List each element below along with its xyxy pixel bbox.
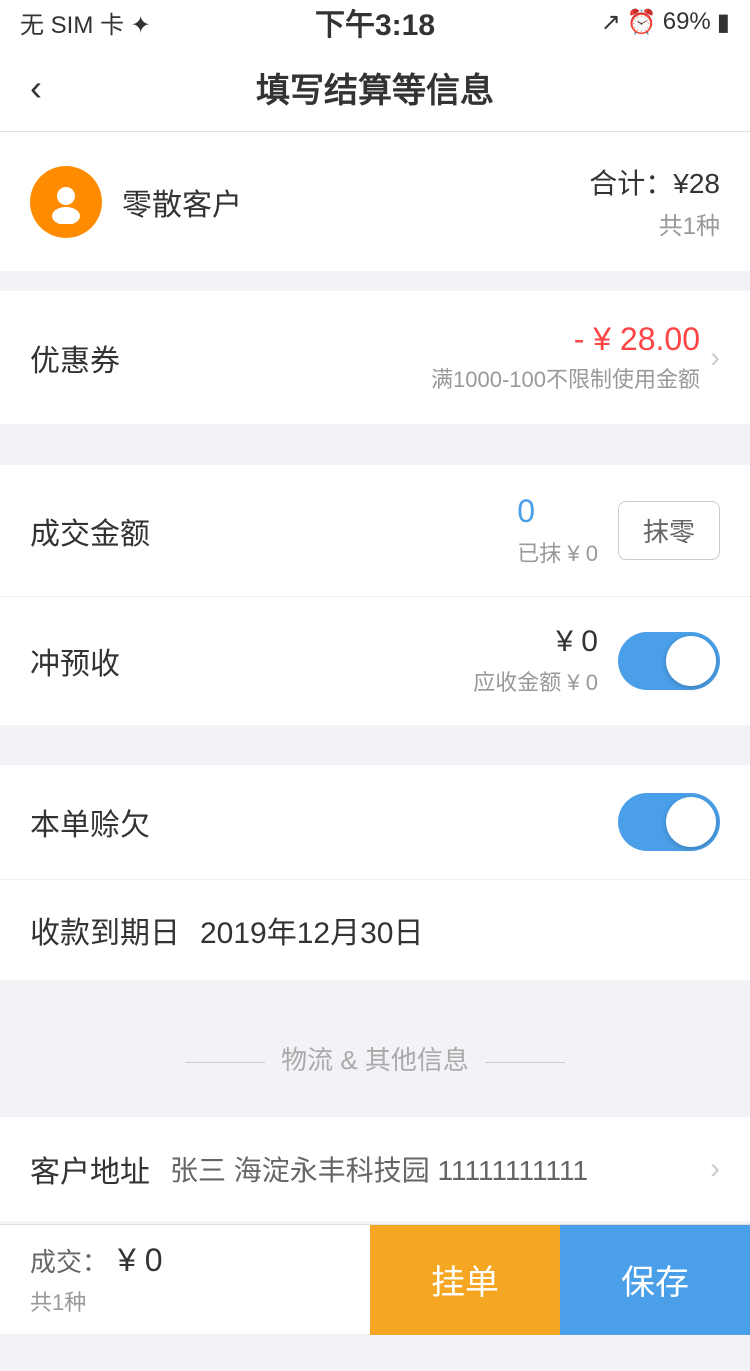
address-chevron-icon: › [710, 1152, 720, 1186]
chong-right: ¥ 0 应收金额 ¥ 0 [473, 625, 720, 697]
deal-section: 成交金额 0 已抹 ¥ 0 抹零 冲预收 ¥ 0 应收金额 ¥ 0 [0, 465, 750, 725]
footer-transaction: 成交： ¥ 0 [30, 1242, 340, 1279]
toggle-knob [666, 636, 716, 686]
separator-3 [0, 1000, 750, 1020]
alarm-icon: ⏰ [627, 8, 657, 37]
chong-yushou-label: 冲预收 [30, 639, 120, 683]
chong-amount: ¥ 0 [473, 625, 598, 659]
status-left: 无 SIM 卡 ✦ [20, 5, 151, 40]
deal-amount-value-container: 0 已抹 ¥ 0 [517, 493, 598, 568]
nav-bar: ‹ 填写结算等信息 [0, 44, 750, 132]
coupon-chevron-icon: › [710, 341, 720, 375]
deal-amount-value: 0 [517, 493, 598, 530]
coupon-amount: - ¥ 28.00 [431, 321, 700, 358]
chong-toggle[interactable] [618, 632, 720, 690]
due-date-value: 2019年12月30日 [200, 908, 423, 952]
coupon-value: - ¥ 28.00 满1000-100不限制使用金额 [431, 321, 700, 394]
save-button[interactable]: 保存 [560, 1225, 750, 1335]
deal-amount-label: 成交金额 [30, 509, 150, 553]
customer-count: 共1种 [589, 206, 720, 241]
footer-transaction-value: ¥ 0 [118, 1242, 162, 1279]
customer-info-left: 零散客户 [30, 166, 242, 238]
deal-amount-row: 成交金额 0 已抹 ¥ 0 抹零 [0, 465, 750, 597]
coupon-right: - ¥ 28.00 满1000-100不限制使用金额 › [431, 321, 720, 394]
hold-button[interactable]: 挂单 [370, 1225, 560, 1335]
credit-section: 本单赊欠 收款到期日 2019年12月30日 [0, 765, 750, 980]
chong-amount-container: ¥ 0 应收金额 ¥ 0 [473, 625, 598, 697]
footer-transaction-label: 成交： [30, 1242, 108, 1279]
bottom-footer: 成交： ¥ 0 共1种 挂单 保存 [0, 1224, 750, 1334]
footer-left: 成交： ¥ 0 共1种 [0, 1242, 370, 1317]
coupon-desc: 满1000-100不限制使用金额 [431, 362, 700, 394]
deal-amount-right: 0 已抹 ¥ 0 抹零 [517, 493, 720, 568]
sim-status: 无 SIM 卡 ✦ [20, 5, 151, 40]
logistics-label: 物流 & 其他信息 [169, 1040, 581, 1077]
deal-amount-sub: 已抹 ¥ 0 [517, 536, 598, 568]
location-icon: ↗ [601, 8, 621, 37]
customer-total: 合计：¥28 [589, 162, 720, 202]
battery-level: 69% [663, 8, 711, 36]
credit-toggle-knob [666, 797, 716, 847]
footer-count: 共1种 [30, 1285, 340, 1317]
back-button[interactable]: ‹ [30, 67, 42, 109]
battery-icon: ▮ [717, 8, 730, 37]
round-zero-button[interactable]: 抹零 [618, 501, 720, 560]
user-icon [44, 180, 88, 224]
status-right: ↗ ⏰ 69% ▮ [601, 8, 730, 37]
customer-total-info: 合计：¥28 共1种 [589, 162, 720, 241]
coupon-section: 优惠券 - ¥ 28.00 满1000-100不限制使用金额 › [0, 291, 750, 425]
chong-sub: 应收金额 ¥ 0 [473, 665, 598, 697]
due-date-label: 收款到期日 [30, 908, 180, 952]
credit-label: 本单赊欠 [30, 800, 150, 844]
avatar [30, 166, 102, 238]
logistics-header: 物流 & 其他信息 [0, 1020, 750, 1097]
credit-row: 本单赊欠 [0, 765, 750, 880]
separator-1 [0, 445, 750, 465]
coupon-row[interactable]: 优惠券 - ¥ 28.00 满1000-100不限制使用金额 › [0, 291, 750, 425]
page-title: 填写结算等信息 [256, 63, 494, 112]
status-bar: 无 SIM 卡 ✦ 下午3:18 ↗ ⏰ 69% ▮ [0, 0, 750, 44]
separator-2 [0, 745, 750, 765]
address-label: 客户地址 [30, 1147, 150, 1191]
address-section: 客户地址 张三 海淀永丰科技园 11111111111 › [0, 1117, 750, 1221]
address-value: 张三 海淀永丰科技园 11111111111 [170, 1149, 710, 1189]
due-date-row: 收款到期日 2019年12月30日 [0, 880, 750, 980]
chong-yushou-row: 冲预收 ¥ 0 应收金额 ¥ 0 [0, 597, 750, 725]
customer-row: 零散客户 合计：¥28 共1种 [0, 132, 750, 271]
address-row[interactable]: 客户地址 张三 海淀永丰科技园 11111111111 › [0, 1117, 750, 1221]
coupon-label: 优惠券 [30, 336, 120, 380]
status-time: 下午3:18 [315, 0, 435, 44]
credit-toggle[interactable] [618, 793, 720, 851]
customer-name: 零散客户 [122, 180, 242, 224]
